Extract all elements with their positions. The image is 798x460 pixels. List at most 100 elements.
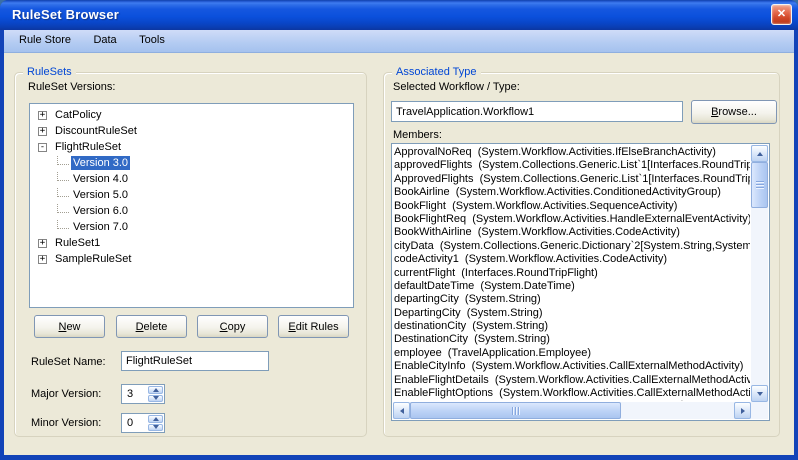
title-bar: RuleSet Browser ✕ [0, 0, 798, 30]
tree-item-catpolicy[interactable]: + CatPolicy [30, 107, 353, 123]
member-item[interactable]: BookWithAirline (System.Workflow.Activit… [394, 226, 750, 239]
tree-connector [57, 187, 69, 197]
delete-button[interactable]: Delete [116, 315, 187, 338]
member-item[interactable]: EnableCityInfo (System.Workflow.Activiti… [394, 360, 750, 373]
tree-item-label[interactable]: DiscountRuleSet [53, 124, 139, 138]
menu-item-rule-store[interactable]: Rule Store [10, 30, 80, 50]
tree-item-sampleruleset[interactable]: + SampleRuleSet [30, 251, 353, 267]
edit-rules-button[interactable]: Edit Rules [278, 315, 349, 338]
scroll-left-icon[interactable] [393, 402, 410, 419]
member-item[interactable]: DepartingCity (System.String) [394, 307, 750, 320]
selected-workflow-input[interactable] [391, 101, 683, 122]
spinner-up-icon[interactable] [148, 415, 163, 423]
expander-minus-icon[interactable]: - [38, 142, 47, 152]
member-item[interactable]: defaultDateTime (System.DateTime) [394, 280, 750, 293]
spinner-up-icon[interactable] [148, 386, 163, 394]
tree-item-version-3[interactable]: Version 3.0 [30, 155, 353, 171]
member-item[interactable]: departingCity (System.String) [394, 293, 750, 306]
member-item[interactable]: employee (TravelApplication.Employee) [394, 347, 750, 360]
horizontal-scrollbar-thumb[interactable] [410, 402, 621, 419]
member-item[interactable]: BookFlight (System.Workflow.Activities.S… [394, 200, 750, 213]
member-item[interactable]: EnableFlightDetails (System.Workflow.Act… [394, 374, 750, 387]
member-item[interactable]: currentFlight (Interfaces.RoundTripFligh… [394, 267, 750, 280]
tree-item-ruleset1[interactable]: + RuleSet1 [30, 235, 353, 251]
major-version-spin-buttons [148, 386, 163, 402]
tree-item-label[interactable]: Version 5.0 [71, 188, 130, 202]
minor-version-label: Minor Version: [31, 417, 102, 429]
spinner-down-icon[interactable] [148, 394, 163, 402]
tree-connector [57, 203, 69, 213]
member-item[interactable]: BookAirline (System.Workflow.Activities.… [394, 186, 750, 199]
minor-version-spin-buttons [148, 415, 163, 431]
scroll-up-icon[interactable] [751, 145, 768, 162]
associated-type-groupbox: Associated Type Selected Workflow / Type… [383, 66, 780, 437]
window-title: RuleSet Browser [12, 7, 120, 22]
members-label: Members: [393, 129, 442, 141]
scroll-right-icon[interactable] [734, 402, 751, 419]
ruleset-versions-label: RuleSet Versions: [28, 81, 116, 93]
browse-button[interactable]: Browse... [691, 100, 777, 124]
member-item[interactable]: destinationCity (System.String) [394, 320, 750, 333]
client-area: RuleSets RuleSet Versions: + CatPolicy +… [4, 53, 794, 455]
thumb-grip [511, 406, 520, 415]
tree-connector [57, 155, 69, 165]
tree-item-label[interactable]: CatPolicy [53, 108, 103, 122]
expander-plus-icon[interactable]: + [38, 238, 47, 248]
expander-plus-icon[interactable]: + [38, 254, 47, 264]
menu-bar: Rule Store Data Tools [4, 30, 794, 53]
major-version-label: Major Version: [31, 388, 102, 400]
member-item[interactable]: ApprovalNoReq (System.Workflow.Activitie… [394, 146, 750, 159]
members-rows: ApprovalNoReq (System.Workflow.Activitie… [394, 146, 750, 401]
menu-item-data[interactable]: Data [84, 30, 125, 50]
member-item[interactable]: EnableFlightOptions (System.Workflow.Act… [394, 387, 750, 400]
horizontal-scrollbar[interactable] [393, 402, 751, 419]
member-item[interactable]: BookFlightReq (System.Workflow.Activitie… [394, 213, 750, 226]
rulesets-group-title: RuleSets [23, 66, 76, 78]
minor-version-input[interactable] [123, 415, 146, 431]
vertical-scrollbar[interactable] [751, 145, 768, 402]
ruleset-browser-window: RuleSet Browser ✕ Rule Store Data Tools … [0, 0, 798, 460]
members-listbox[interactable]: ApprovalNoReq (System.Workflow.Activitie… [391, 143, 770, 421]
expander-plus-icon[interactable]: + [38, 126, 47, 136]
member-item[interactable]: ApprovedFlights (System.Collections.Gene… [394, 173, 750, 186]
minor-version-stepper[interactable] [121, 413, 165, 433]
new-button[interactable]: New [34, 315, 105, 338]
member-item[interactable]: cityData (System.Collections.Generic.Dic… [394, 240, 750, 253]
major-version-stepper[interactable] [121, 384, 165, 404]
tree-item-label[interactable]: RuleSet1 [53, 236, 102, 250]
scrollbar-corner [751, 402, 768, 419]
tree-item-discountruleset[interactable]: + DiscountRuleSet [30, 123, 353, 139]
member-item[interactable]: DestinationCity (System.String) [394, 333, 750, 346]
associated-type-group-title: Associated Type [392, 66, 481, 78]
tree-item-label[interactable]: FlightRuleSet [53, 140, 123, 154]
major-version-input[interactable] [123, 386, 146, 402]
tree-item-label[interactable]: Version 4.0 [71, 172, 130, 186]
vertical-scrollbar-thumb[interactable] [751, 162, 768, 208]
member-item[interactable]: approvedFlights (System.Collections.Gene… [394, 159, 750, 172]
tree-connector [57, 219, 69, 229]
spinner-down-icon[interactable] [148, 423, 163, 431]
ruleset-name-input[interactable] [121, 351, 269, 371]
tree-item-version-7[interactable]: Version 7.0 [30, 219, 353, 235]
tree-item-label[interactable]: SampleRuleSet [53, 252, 133, 266]
selected-workflow-label: Selected Workflow / Type: [393, 81, 520, 93]
expander-plus-icon[interactable]: + [38, 110, 47, 120]
tree-item-flightruleset[interactable]: - FlightRuleSet [30, 139, 353, 155]
ruleset-name-label: RuleSet Name: [31, 356, 106, 368]
close-icon[interactable]: ✕ [771, 4, 792, 25]
member-item[interactable]: enableParameters (System.Collections.Gen… [394, 400, 750, 401]
tree-item-version-5[interactable]: Version 5.0 [30, 187, 353, 203]
thumb-grip [755, 181, 764, 189]
tree-item-label[interactable]: Version 7.0 [71, 220, 130, 234]
tree-item-label-selected[interactable]: Version 3.0 [71, 156, 131, 170]
tree-connector [57, 171, 69, 181]
copy-button[interactable]: Copy [197, 315, 268, 338]
menu-item-tools[interactable]: Tools [130, 30, 174, 50]
ruleset-versions-tree[interactable]: + CatPolicy + DiscountRuleSet - FlightRu… [29, 103, 354, 308]
member-item[interactable]: codeActivity1 (System.Workflow.Activitie… [394, 253, 750, 266]
tree-item-label[interactable]: Version 6.0 [71, 204, 130, 218]
rulesets-groupbox: RuleSets RuleSet Versions: + CatPolicy +… [14, 66, 367, 437]
scroll-down-icon[interactable] [751, 385, 768, 402]
tree-item-version-4[interactable]: Version 4.0 [30, 171, 353, 187]
tree-item-version-6[interactable]: Version 6.0 [30, 203, 353, 219]
